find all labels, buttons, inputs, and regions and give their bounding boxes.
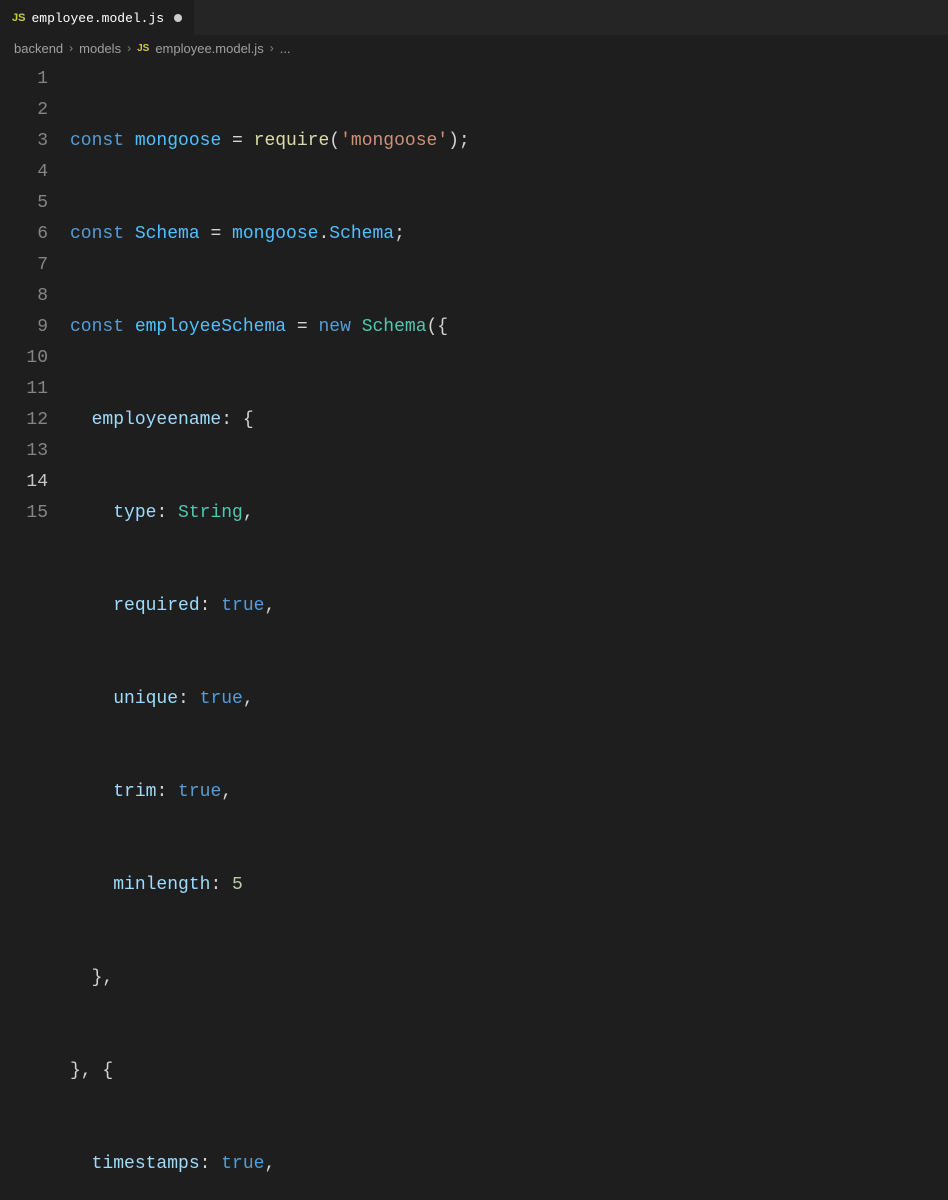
line-number: 2 — [0, 95, 48, 126]
code-line: const employeeSchema = new Schema({ — [70, 312, 948, 343]
chevron-right-icon: › — [69, 41, 73, 55]
js-icon: JS — [137, 43, 149, 54]
code-line: employeename: { — [70, 405, 948, 436]
line-number: 4 — [0, 157, 48, 188]
line-number: 10 — [0, 343, 48, 374]
code-line: required: true, — [70, 591, 948, 622]
breadcrumb-segment[interactable]: models — [79, 41, 121, 56]
line-number: 11 — [0, 374, 48, 405]
code-line: const mongoose = require('mongoose'); — [70, 126, 948, 157]
line-number: 3 — [0, 126, 48, 157]
line-number: 13 — [0, 436, 48, 467]
line-number-gutter: 1 2 3 4 5 6 7 8 9 10 11 12 13 14 15 — [0, 64, 70, 1200]
line-number: 1 — [0, 64, 48, 95]
line-number: 8 — [0, 281, 48, 312]
line-number: 6 — [0, 219, 48, 250]
line-number: 9 — [0, 312, 48, 343]
code-content[interactable]: const mongoose = require('mongoose'); co… — [70, 64, 948, 1200]
line-number: 14 — [0, 467, 48, 498]
code-line: minlength: 5 — [70, 870, 948, 901]
js-icon: JS — [12, 12, 25, 24]
chevron-right-icon: › — [127, 41, 131, 55]
breadcrumb-segment[interactable]: backend — [14, 41, 63, 56]
line-number: 7 — [0, 250, 48, 281]
code-line: trim: true, — [70, 777, 948, 808]
code-line: timestamps: true, — [70, 1149, 948, 1180]
code-editor[interactable]: 1 2 3 4 5 6 7 8 9 10 11 12 13 14 15 cons… — [0, 60, 948, 1200]
line-number: 5 — [0, 188, 48, 219]
chevron-right-icon: › — [270, 41, 274, 55]
breadcrumb-segment[interactable]: employee.model.js — [155, 41, 263, 56]
dirty-indicator-icon — [174, 14, 182, 22]
code-line: const Schema = mongoose.Schema; — [70, 219, 948, 250]
tab-bar: JS employee.model.js — [0, 0, 948, 36]
breadcrumb[interactable]: backend › models › JS employee.model.js … — [0, 36, 948, 60]
breadcrumb-segment[interactable]: ... — [280, 41, 291, 56]
code-line: type: String, — [70, 498, 948, 529]
tab-filename: employee.model.js — [31, 11, 164, 26]
code-line: unique: true, — [70, 684, 948, 715]
code-line: }, — [70, 963, 948, 994]
tab-employee-model[interactable]: JS employee.model.js — [0, 0, 195, 36]
line-number: 12 — [0, 405, 48, 436]
code-line: }, { — [70, 1056, 948, 1087]
line-number: 15 — [0, 498, 48, 529]
